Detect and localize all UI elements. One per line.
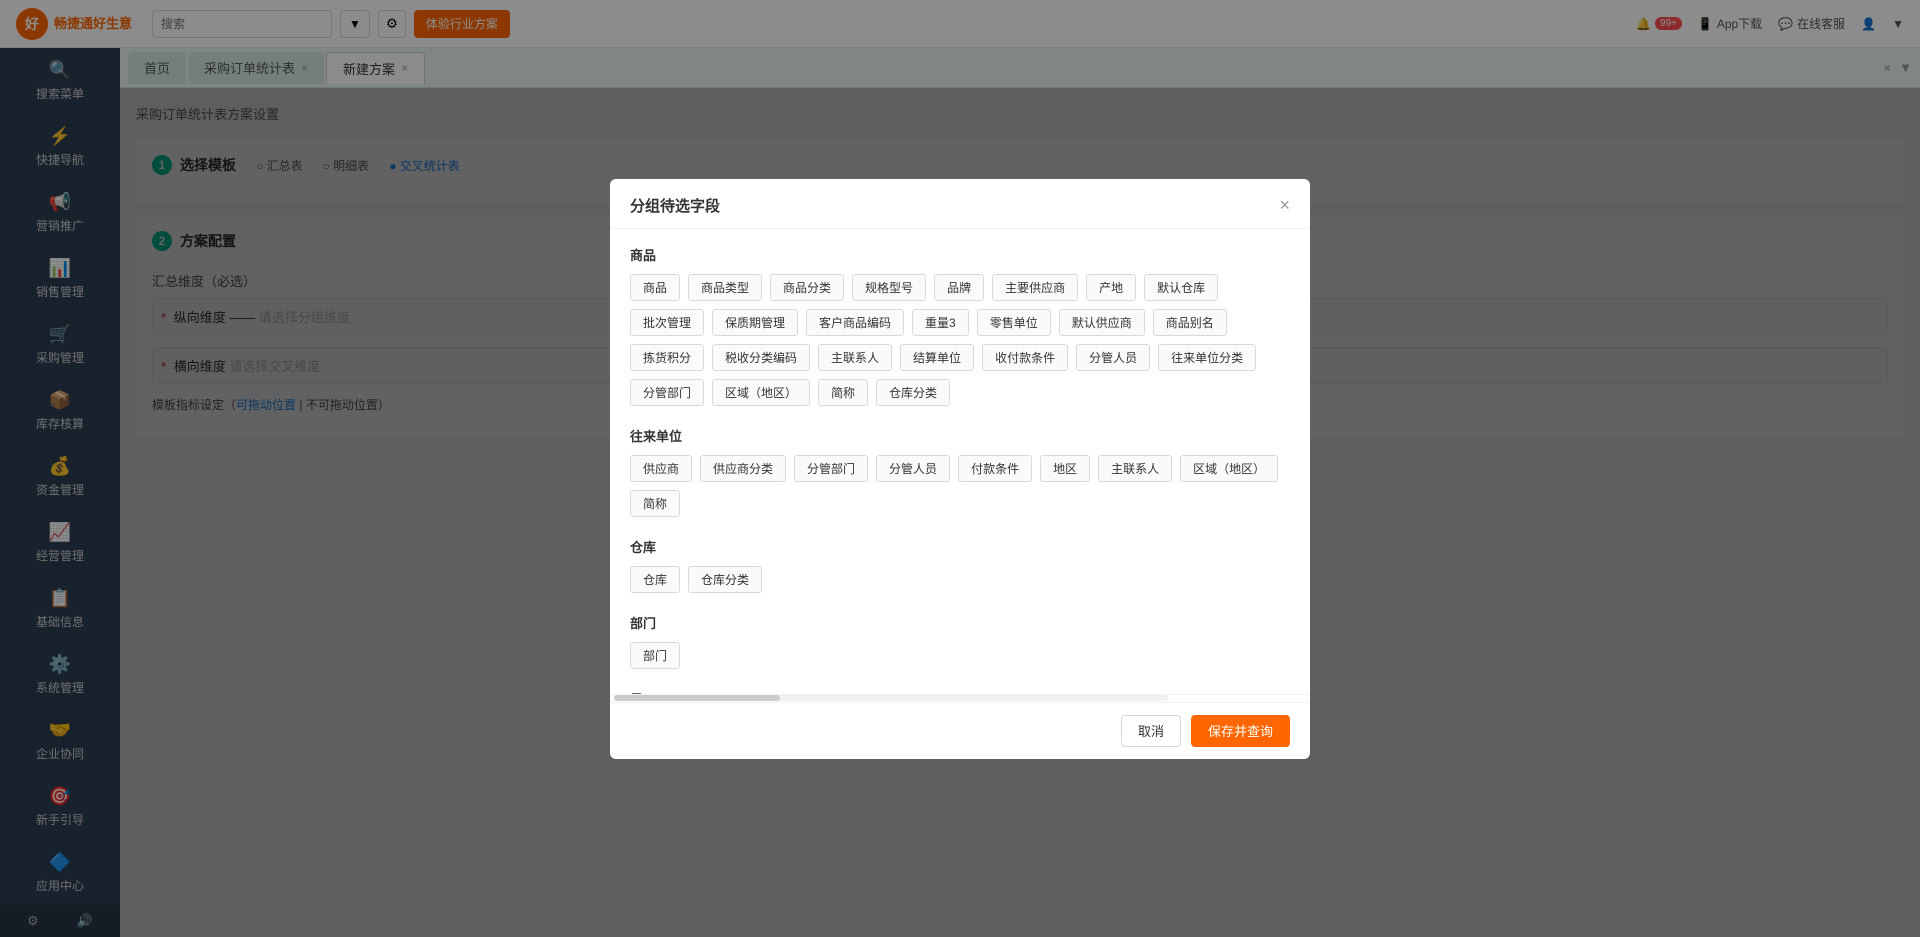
- tag-product-4[interactable]: 品牌: [934, 274, 984, 301]
- tag-counterpart-0[interactable]: 供应商: [630, 455, 692, 482]
- tag-counterpart-7[interactable]: 区域（地区）: [1180, 455, 1278, 482]
- tag-warehouse-1[interactable]: 仓库分类: [688, 566, 762, 593]
- tag-product-17[interactable]: 主联系人: [818, 344, 892, 371]
- confirm-button[interactable]: 保存并查询: [1191, 715, 1290, 747]
- tag-product-12[interactable]: 零售单位: [977, 309, 1051, 336]
- tag-product-5[interactable]: 主要供应商: [992, 274, 1078, 301]
- tag-counterpart-2[interactable]: 分管部门: [794, 455, 868, 482]
- cat-tags-warehouse: 仓库 仓库分类: [630, 566, 1290, 593]
- tag-product-23[interactable]: 区域（地区）: [712, 379, 810, 406]
- cancel-button[interactable]: 取消: [1121, 715, 1181, 747]
- tag-product-7[interactable]: 默认仓库: [1144, 274, 1218, 301]
- tag-counterpart-8[interactable]: 简称: [630, 490, 680, 517]
- modal-hscrollbar[interactable]: [610, 694, 1310, 701]
- tag-product-0[interactable]: 商品: [630, 274, 680, 301]
- modal-body: 商品 商品 商品类型 商品分类 规格型号 品牌 主要供应商 产地 默认仓库 批次…: [610, 229, 1310, 695]
- tag-product-6[interactable]: 产地: [1086, 274, 1136, 301]
- tag-product-13[interactable]: 默认供应商: [1059, 309, 1145, 336]
- tag-product-20[interactable]: 分管人员: [1076, 344, 1150, 371]
- category-counterpart: 往来单位 供应商 供应商分类 分管部门 分管人员 付款条件 地区 主联系人 区域…: [630, 426, 1290, 517]
- category-product: 商品 商品 商品类型 商品分类 规格型号 品牌 主要供应商 产地 默认仓库 批次…: [630, 245, 1290, 406]
- tag-counterpart-1[interactable]: 供应商分类: [700, 455, 786, 482]
- tag-product-18[interactable]: 结算单位: [900, 344, 974, 371]
- tag-counterpart-3[interactable]: 分管人员: [876, 455, 950, 482]
- tag-product-24[interactable]: 简称: [818, 379, 868, 406]
- cat-tags-product: 商品 商品类型 商品分类 规格型号 品牌 主要供应商 产地 默认仓库 批次管理 …: [630, 274, 1290, 406]
- cat-title-warehouse: 仓库: [630, 537, 1290, 556]
- modal-title: 分组待选字段: [630, 195, 720, 216]
- tag-product-11[interactable]: 重量3: [912, 309, 969, 336]
- category-department: 部门 部门: [630, 613, 1290, 669]
- cat-tags-counterpart: 供应商 供应商分类 分管部门 分管人员 付款条件 地区 主联系人 区域（地区） …: [630, 455, 1290, 517]
- tag-product-14[interactable]: 商品别名: [1153, 309, 1227, 336]
- tag-counterpart-6[interactable]: 主联系人: [1098, 455, 1172, 482]
- tag-product-21[interactable]: 往来单位分类: [1158, 344, 1256, 371]
- modal-header: 分组待选字段 ×: [610, 179, 1310, 229]
- tag-product-16[interactable]: 税收分类编码: [712, 344, 810, 371]
- tag-product-10[interactable]: 客户商品编码: [806, 309, 904, 336]
- tag-counterpart-4[interactable]: 付款条件: [958, 455, 1032, 482]
- cat-title-counterpart: 往来单位: [630, 426, 1290, 445]
- tag-product-2[interactable]: 商品分类: [770, 274, 844, 301]
- tag-product-1[interactable]: 商品类型: [688, 274, 762, 301]
- tag-product-9[interactable]: 保质期管理: [712, 309, 798, 336]
- modal-close-button[interactable]: ×: [1279, 195, 1290, 216]
- cat-title-department: 部门: [630, 613, 1290, 632]
- tag-product-19[interactable]: 收付款条件: [982, 344, 1068, 371]
- cat-tags-department: 部门: [630, 642, 1290, 669]
- tag-product-25[interactable]: 仓库分类: [876, 379, 950, 406]
- tag-product-3[interactable]: 规格型号: [852, 274, 926, 301]
- tag-warehouse-0[interactable]: 仓库: [630, 566, 680, 593]
- cat-title-product: 商品: [630, 245, 1290, 264]
- modal: 分组待选字段 × 商品 商品 商品类型 商品分类 规格型号 品牌 主要供应商 产…: [610, 179, 1310, 759]
- tag-product-8[interactable]: 批次管理: [630, 309, 704, 336]
- modal-footer: 取消 保存并查询: [610, 702, 1310, 759]
- tag-department-0[interactable]: 部门: [630, 642, 680, 669]
- tag-counterpart-5[interactable]: 地区: [1040, 455, 1090, 482]
- category-warehouse: 仓库 仓库 仓库分类: [630, 537, 1290, 593]
- tag-product-15[interactable]: 拣货积分: [630, 344, 704, 371]
- tag-product-22[interactable]: 分管部门: [630, 379, 704, 406]
- modal-overlay: 分组待选字段 × 商品 商品 商品类型 商品分类 规格型号 品牌 主要供应商 产…: [0, 0, 1920, 937]
